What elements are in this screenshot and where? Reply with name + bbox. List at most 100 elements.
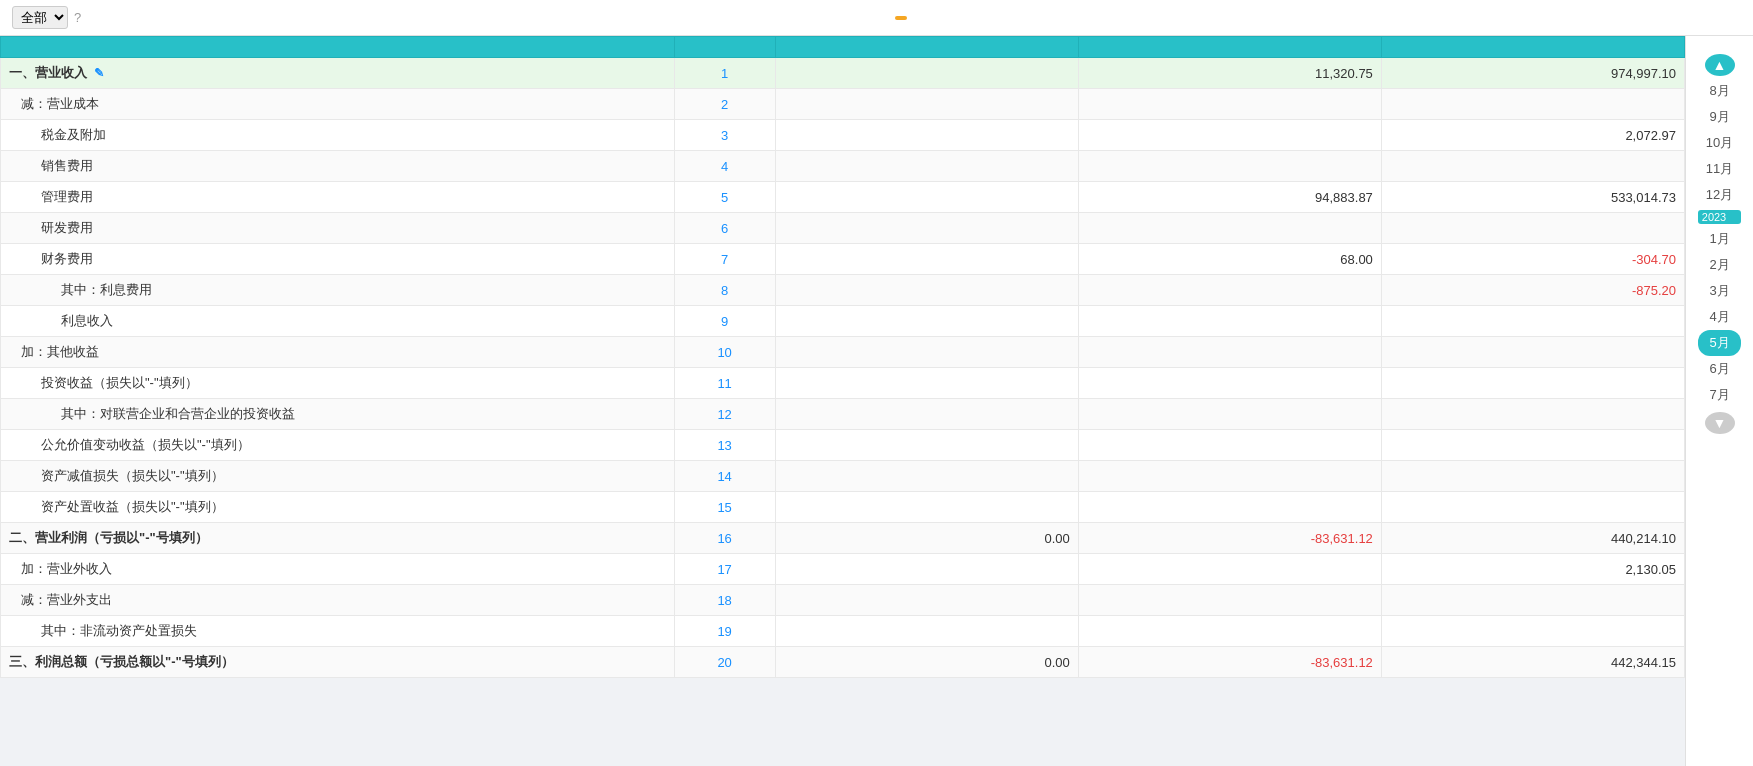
ytd-amount-cell — [1078, 306, 1381, 337]
ytd-amount-cell: -83,631.12 — [1078, 647, 1381, 678]
sidebar-month-item[interactable]: 6月 — [1698, 356, 1741, 382]
item-cell: 减：营业成本 — [1, 89, 675, 120]
ytd-amount-cell — [1078, 399, 1381, 430]
sidebar-month-item[interactable]: 5月 — [1698, 330, 1741, 356]
ytd-amount-cell — [1078, 89, 1381, 120]
item-cell: 公允价值变动收益（损失以"-"填列） — [1, 430, 675, 461]
sidebar-month-item[interactable]: 11月 — [1698, 156, 1741, 182]
ytd-amount-cell: 11,320.75 — [1078, 58, 1381, 89]
ytd-amount-cell: 68.00 — [1078, 244, 1381, 275]
item-cell: 销售费用 — [1, 151, 675, 182]
month-amount-cell — [775, 89, 1078, 120]
ytd-amount-cell — [1078, 461, 1381, 492]
item-cell: 研发费用 — [1, 213, 675, 244]
row-number-cell: 1 — [674, 58, 775, 89]
row-number-cell: 6 — [674, 213, 775, 244]
prev-amount-cell — [1381, 430, 1684, 461]
row-number-cell: 19 — [674, 616, 775, 647]
sidebar-month-item[interactable]: 10月 — [1698, 130, 1741, 156]
sidebar-month-item[interactable]: 7月 — [1698, 382, 1741, 408]
item-cell: 二、营业利润（亏损以"-"号填列） — [1, 523, 675, 554]
sidebar-month-item[interactable]: 3月 — [1698, 278, 1741, 304]
row-number-cell: 17 — [674, 554, 775, 585]
item-cell: 其中：对联营企业和合营企业的投资收益 — [1, 399, 675, 430]
row-number-cell: 5 — [674, 182, 775, 213]
prev-amount-cell — [1381, 399, 1684, 430]
month-amount-cell — [775, 399, 1078, 430]
ytd-amount-cell — [1078, 368, 1381, 399]
month-amount-cell — [775, 306, 1078, 337]
row-number-cell: 15 — [674, 492, 775, 523]
month-amount-cell: 0.00 — [775, 523, 1078, 554]
prev-amount-cell — [1381, 213, 1684, 244]
ytd-amount-cell — [1078, 430, 1381, 461]
month-amount-cell: 0.00 — [775, 647, 1078, 678]
month-amount-cell — [775, 554, 1078, 585]
row-number-cell: 7 — [674, 244, 775, 275]
sidebar-month-item[interactable]: 9月 — [1698, 104, 1741, 130]
item-cell: 财务费用 — [1, 244, 675, 275]
item-cell: 减：营业外支出 — [1, 585, 675, 616]
col-header-month — [775, 37, 1078, 58]
month-amount-cell — [775, 492, 1078, 523]
item-cell: 利息收入 — [1, 306, 675, 337]
row-number-cell: 13 — [674, 430, 775, 461]
item-cell: 加：其他收益 — [1, 337, 675, 368]
prev-amount-cell: 533,014.73 — [1381, 182, 1684, 213]
month-amount-cell — [775, 58, 1078, 89]
prev-amount-cell — [1381, 151, 1684, 182]
row-number-cell: 8 — [674, 275, 775, 306]
table-area: 一、营业收入 ✎111,320.75974,997.10减：营业成本2税金及附加… — [0, 36, 1685, 766]
item-cell: 管理费用 — [1, 182, 675, 213]
prev-amount-cell: 2,130.05 — [1381, 554, 1684, 585]
item-cell: 加：营业外收入 — [1, 554, 675, 585]
sidebar-month-item[interactable]: 8月 — [1698, 78, 1741, 104]
month-amount-cell — [775, 275, 1078, 306]
sidebar-month-item[interactable]: 4月 — [1698, 304, 1741, 330]
scope-select[interactable]: 全部 — [12, 6, 68, 29]
item-cell: 税金及附加 — [1, 120, 675, 151]
sidebar-month-item[interactable]: 1月 — [1698, 226, 1741, 252]
month-amount-cell — [775, 244, 1078, 275]
sidebar-down-nav[interactable]: ▼ — [1705, 412, 1735, 434]
prev-amount-cell — [1381, 368, 1684, 399]
item-cell: 其中：利息费用 — [1, 275, 675, 306]
row-number-cell: 4 — [674, 151, 775, 182]
sidebar-year-badge: 2023 — [1698, 210, 1741, 224]
ytd-amount-cell — [1078, 151, 1381, 182]
ytd-amount-cell — [1078, 554, 1381, 585]
month-amount-cell — [775, 616, 1078, 647]
prev-amount-cell: 442,344.15 — [1381, 647, 1684, 678]
sidebar: ▲ 8月9月10月11月12月 2023 1月2月3月4月5月6月7月 ▼ — [1685, 36, 1753, 766]
prev-amount-cell: -875.20 — [1381, 275, 1684, 306]
col-header-row — [674, 37, 775, 58]
col-header-prev — [1381, 37, 1684, 58]
ytd-amount-cell: -83,631.12 — [1078, 523, 1381, 554]
status-badge — [895, 16, 907, 20]
profit-table: 一、营业收入 ✎111,320.75974,997.10减：营业成本2税金及附加… — [0, 36, 1685, 678]
prev-amount-cell — [1381, 461, 1684, 492]
row-number-cell: 10 — [674, 337, 775, 368]
prev-amount-cell: -304.70 — [1381, 244, 1684, 275]
prev-amount-cell: 2,072.97 — [1381, 120, 1684, 151]
prev-amount-cell — [1381, 492, 1684, 523]
sidebar-month-item[interactable]: 2月 — [1698, 252, 1741, 278]
month-amount-cell — [775, 151, 1078, 182]
sidebar-month-item[interactable]: 12月 — [1698, 182, 1741, 208]
sidebar-up-nav[interactable]: ▲ — [1705, 54, 1735, 76]
month-amount-cell — [775, 120, 1078, 151]
ytd-amount-cell — [1078, 492, 1381, 523]
row-number-cell: 16 — [674, 523, 775, 554]
help-icon: ? — [74, 10, 81, 25]
edit-icon[interactable]: ✎ — [91, 66, 104, 80]
prev-amount-cell: 974,997.10 — [1381, 58, 1684, 89]
prev-amount-cell — [1381, 585, 1684, 616]
row-number-cell: 12 — [674, 399, 775, 430]
row-number-cell: 20 — [674, 647, 775, 678]
item-cell: 资产减值损失（损失以"-"填列） — [1, 461, 675, 492]
row-number-cell: 14 — [674, 461, 775, 492]
month-amount-cell — [775, 430, 1078, 461]
prev-amount-cell — [1381, 89, 1684, 120]
month-amount-cell — [775, 337, 1078, 368]
ytd-amount-cell: 94,883.87 — [1078, 182, 1381, 213]
